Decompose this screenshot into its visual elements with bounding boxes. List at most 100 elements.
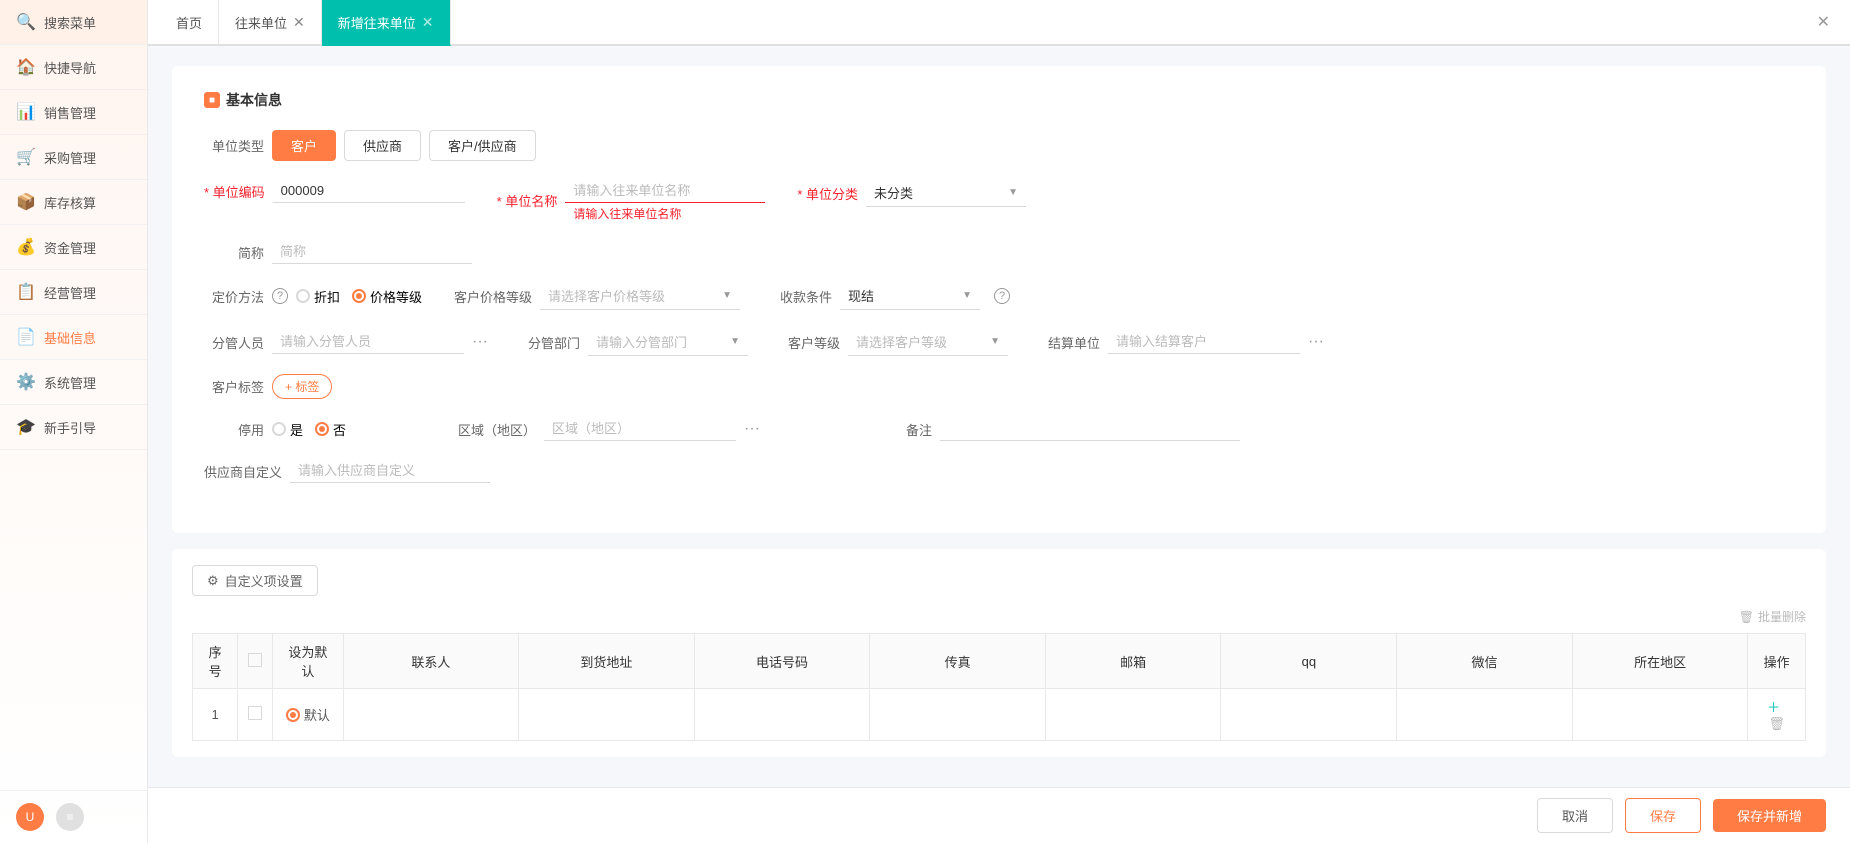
phone-input[interactable] [705, 707, 860, 722]
sidebar-bottom: U ≡ [0, 790, 147, 843]
manager-more-btn[interactable]: ··· [472, 334, 488, 350]
customer-price-level-select[interactable]: 请选择客户价格等级 ▼ [540, 282, 740, 310]
pricing-discount-radio[interactable]: 折扣 [296, 287, 340, 306]
sidebar-item-label: 新手引导 [44, 418, 96, 437]
sidebar-item-inventory[interactable]: 📦 库存核算 [0, 180, 147, 225]
tab-home-label: 首页 [176, 13, 202, 32]
supplier-custom-input[interactable] [290, 459, 490, 483]
cancel-button[interactable]: 取消 [1537, 798, 1613, 833]
cell-email[interactable] [1045, 689, 1221, 741]
disabled-no-radio[interactable]: 否 [315, 420, 346, 439]
unit-name-error-tip: 请输入往来单位名称 [573, 205, 765, 222]
cell-qq[interactable] [1221, 689, 1397, 741]
settlement-more-btn[interactable]: ··· [1308, 334, 1324, 350]
settlement-input[interactable] [1108, 330, 1300, 354]
customer-level-select[interactable]: 请选择客户等级 ▼ [848, 328, 1008, 356]
sidebar-item-guide[interactable]: 🎓 新手引导 [0, 405, 147, 450]
custom-settings-button[interactable]: ⚙ 自定义项设置 [192, 565, 318, 596]
btn-both[interactable]: 客户/供应商 [429, 130, 536, 161]
unit-name-input[interactable] [565, 179, 765, 203]
disabled-row: 停用 是 否 区域（地区） ··· [204, 417, 1794, 441]
col-phone: 电话号码 [694, 634, 870, 689]
contact-input[interactable] [354, 707, 509, 722]
tab-new-partner-close[interactable]: ✕ [422, 15, 434, 29]
window-close-icon[interactable]: ✕ [1809, 8, 1838, 36]
expand-icon[interactable]: ≡ [56, 803, 84, 831]
email-input[interactable] [1056, 707, 1211, 722]
unit-code-input[interactable] [273, 179, 465, 203]
unit-category-select[interactable]: 未分类 ▼ [866, 179, 1026, 207]
tab-partners-close[interactable]: ✕ [293, 15, 305, 29]
add-tag-button[interactable]: + 标签 [272, 374, 332, 399]
cell-phone[interactable] [694, 689, 870, 741]
remark-input[interactable] [940, 417, 1240, 441]
btn-supplier[interactable]: 供应商 [344, 130, 421, 161]
qq-input[interactable] [1231, 707, 1386, 722]
sidebar-item-purchase[interactable]: 🛒 采购管理 [0, 135, 147, 180]
region-label: 区域（地区） [458, 420, 536, 439]
region-more-btn[interactable]: ··· [744, 421, 760, 437]
payment-help-icon[interactable]: ? [994, 288, 1010, 304]
sidebar-item-search[interactable]: 🔍 搜索菜单 [0, 0, 147, 45]
basic-info-section: ■ 基本信息 单位类型 客户 供应商 客户/供应商 * 单位编码 [172, 66, 1826, 533]
payment-terms-select[interactable]: 现结 ▼ [840, 282, 980, 310]
customer-level-field: 客户等级 请选择客户等级 ▼ [780, 328, 1008, 356]
manager-input[interactable] [272, 330, 464, 354]
short-name-label: 简称 [204, 243, 264, 262]
save-button[interactable]: 保存 [1625, 798, 1701, 833]
col-qq: qq [1221, 634, 1397, 689]
sidebar-item-system[interactable]: ⚙️ 系统管理 [0, 360, 147, 405]
unit-name-field: * 单位名称 请输入往来单位名称 [497, 179, 766, 222]
sidebar-item-label: 经营管理 [44, 283, 96, 302]
pricing-price-level-label: 价格等级 [370, 287, 422, 306]
fax-input[interactable] [880, 707, 1035, 722]
btn-customer[interactable]: 客户 [272, 130, 336, 161]
sidebar-item-sales[interactable]: 📊 销售管理 [0, 90, 147, 135]
pricing-help-icon[interactable]: ? [272, 288, 288, 304]
cell-wechat[interactable] [1397, 689, 1573, 741]
sidebar-item-basic[interactable]: 📄 基础信息 [0, 315, 147, 360]
disabled-yes-circle [272, 422, 286, 436]
tab-bar: 首页 往来单位 ✕ 新增往来单位 ✕ ✕ [148, 0, 1850, 46]
sidebar-item-quick-nav[interactable]: 🏠 快捷导航 [0, 45, 147, 90]
tab-partners[interactable]: 往来单位 ✕ [219, 0, 322, 45]
manager-row: 分管人员 ··· 分管部门 请输入分管部门 ▼ 客户等级 请选择客户等级 ▼ [204, 328, 1794, 356]
dept-select[interactable]: 请输入分管部门 ▼ [588, 328, 748, 356]
short-name-input[interactable] [272, 240, 472, 264]
tab-new-partner[interactable]: 新增往来单位 ✕ [322, 0, 451, 46]
batch-delete-icon: 🗑 [1739, 610, 1754, 624]
pricing-price-level-radio[interactable]: 价格等级 [352, 287, 422, 306]
col-fax: 传真 [870, 634, 1046, 689]
dept-field: 分管部门 请输入分管部门 ▼ [520, 328, 748, 356]
cell-fax[interactable] [870, 689, 1046, 741]
sidebar-item-finance[interactable]: 💰 资金管理 [0, 225, 147, 270]
sidebar-item-label: 基础信息 [44, 328, 96, 347]
home-icon: 🏠 [16, 57, 36, 77]
row-default-circle [286, 708, 300, 722]
unit-category-value: 未分类 [874, 183, 1004, 202]
customer-price-level-placeholder: 请选择客户价格等级 [548, 286, 718, 305]
tab-home[interactable]: 首页 [160, 0, 219, 45]
row-checkbox[interactable] [248, 706, 262, 720]
batch-delete-button[interactable]: 🗑 批量删除 [1739, 608, 1806, 625]
save-new-button[interactable]: 保存并新增 [1713, 799, 1826, 832]
region-input[interactable] [544, 417, 736, 441]
wechat-input[interactable] [1407, 707, 1562, 722]
row-default-radio[interactable]: 默认 [283, 705, 332, 724]
address-input[interactable] [529, 707, 684, 722]
cell-region[interactable] [1572, 689, 1748, 741]
section-title: ■ 基本信息 [204, 90, 1794, 110]
row-add-btn[interactable]: ＋ [1767, 700, 1780, 715]
row-delete-btn[interactable]: 🗑 [1768, 716, 1785, 731]
sidebar-item-label: 销售管理 [44, 103, 96, 122]
tab-new-partner-label: 新增往来单位 [338, 13, 416, 32]
sidebar-item-ops[interactable]: 📋 经营管理 [0, 270, 147, 315]
disabled-no-label: 否 [333, 420, 346, 439]
col-default: 设为默认 [273, 634, 343, 689]
region-row-input[interactable] [1583, 707, 1738, 722]
header-checkbox[interactable] [248, 653, 262, 667]
cell-contact[interactable] [343, 689, 519, 741]
disabled-yes-radio[interactable]: 是 [272, 420, 303, 439]
cell-address[interactable] [519, 689, 695, 741]
user-avatar[interactable]: U [16, 803, 44, 831]
